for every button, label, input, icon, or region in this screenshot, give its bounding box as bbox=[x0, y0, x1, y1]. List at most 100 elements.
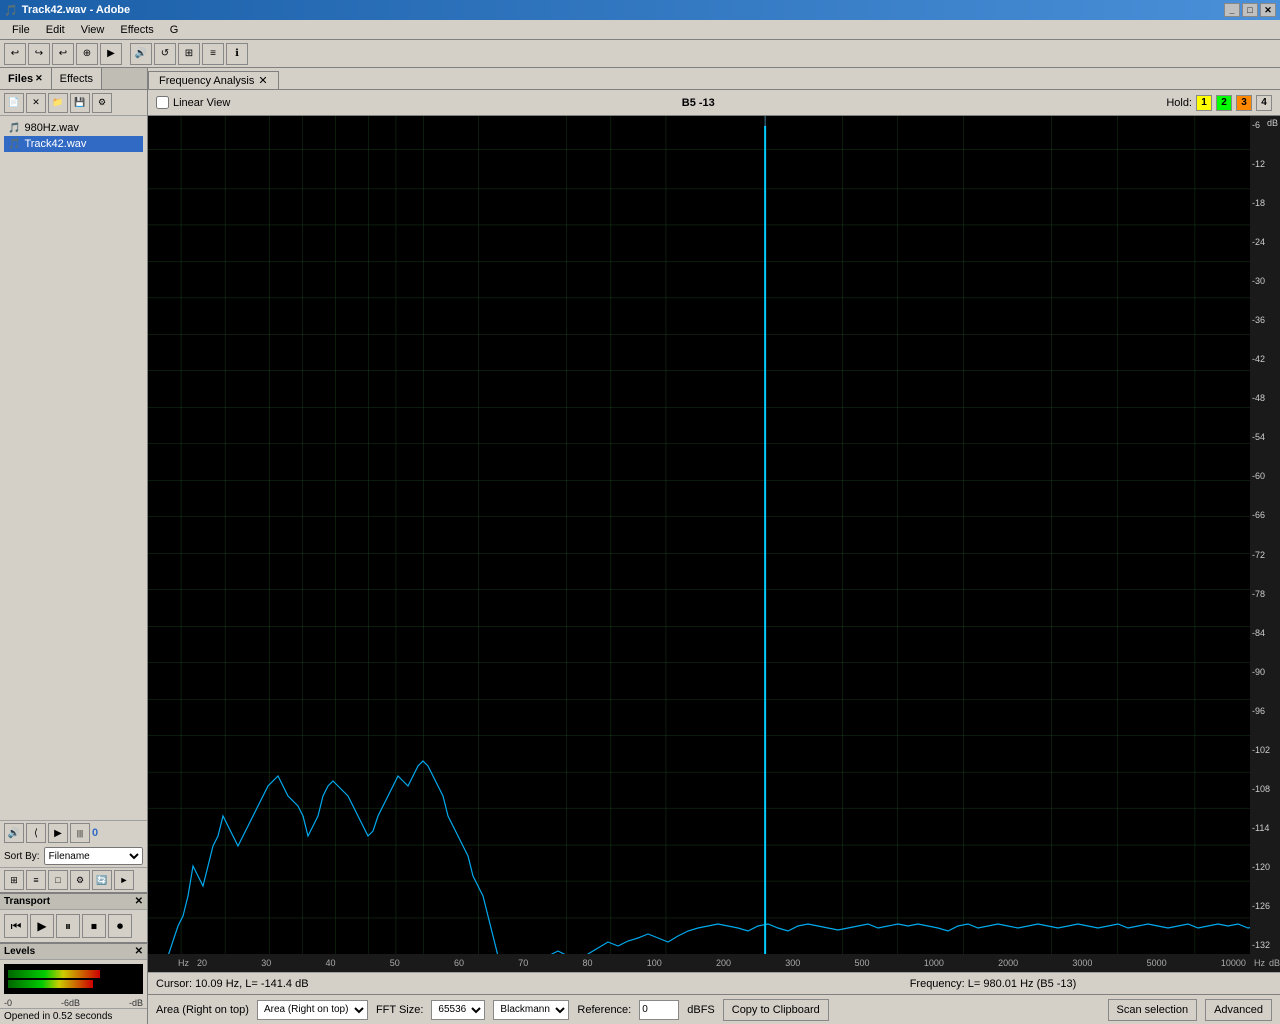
transport-pause[interactable]: ⏸ bbox=[56, 914, 80, 938]
menu-view[interactable]: View bbox=[73, 22, 113, 38]
main-layout: Files ✕ Effects 📄 ✕ 📁 💾 ⚙ 🎵 980Hz.wav 🎵 … bbox=[0, 68, 1280, 1024]
level-bar-left bbox=[8, 970, 100, 978]
db-label--24: -24 bbox=[1252, 237, 1278, 247]
tab-effects[interactable]: Effects bbox=[52, 68, 102, 89]
file-folder-btn[interactable]: 📁 bbox=[48, 93, 68, 113]
tab-files-close[interactable]: ✕ bbox=[35, 73, 43, 84]
mini-level-btn[interactable]: ||| bbox=[70, 823, 90, 843]
transport-header-bar: Transport ✕ bbox=[0, 894, 147, 910]
toolbar-btn-9[interactable]: ≡ bbox=[202, 43, 224, 65]
db-label--78: -78 bbox=[1252, 589, 1278, 599]
file-settings-btn[interactable]: ⚙ bbox=[92, 93, 112, 113]
hold-btn-3[interactable]: 3 bbox=[1236, 95, 1252, 111]
freq-analysis-tab[interactable]: Frequency Analysis ✕ bbox=[148, 71, 279, 89]
toolbar-btn-6[interactable]: 🔊 bbox=[130, 43, 152, 65]
mini-counter: 0 bbox=[92, 827, 98, 839]
close-button[interactable]: ✕ bbox=[1260, 3, 1276, 17]
transport-close[interactable]: ✕ bbox=[135, 896, 143, 907]
file-item-track42[interactable]: 🎵 Track42.wav bbox=[4, 136, 143, 152]
toolbar-btn-10[interactable]: ℹ bbox=[226, 43, 248, 65]
file-item-label-980hz: 980Hz.wav bbox=[24, 122, 78, 134]
linear-view-checkbox[interactable] bbox=[156, 96, 169, 109]
db-label--60: -60 bbox=[1252, 471, 1278, 481]
file-item-label-track42: Track42.wav bbox=[24, 138, 86, 150]
levels-labels: -0 -6dB -dB bbox=[0, 998, 147, 1008]
db-label--90: -90 bbox=[1252, 667, 1278, 677]
hz-end-label: Hz bbox=[1254, 958, 1265, 968]
scan-selection-btn[interactable]: Scan selection bbox=[1108, 999, 1198, 1021]
hold-label: Hold: bbox=[1166, 97, 1192, 109]
fft-dropdown[interactable]: 65536 32768 16384 8192 bbox=[431, 1000, 485, 1020]
file-icon-track42: 🎵 bbox=[8, 139, 20, 150]
fft-label: FFT Size: bbox=[376, 1004, 423, 1016]
toolbar-btn-3[interactable]: ↩ bbox=[52, 43, 74, 65]
toolbar-btn-5[interactable]: ▶ bbox=[100, 43, 122, 65]
mini-vol-btn[interactable]: 🔊 bbox=[4, 823, 24, 843]
menu-edit[interactable]: Edit bbox=[38, 22, 73, 38]
file-item-980hz[interactable]: 🎵 980Hz.wav bbox=[4, 120, 143, 136]
freq-tab-close[interactable]: ✕ bbox=[258, 74, 267, 87]
file-remove-btn[interactable]: ✕ bbox=[26, 93, 46, 113]
db-label--30: -30 bbox=[1252, 276, 1278, 286]
transport-stop[interactable]: ⏹ bbox=[82, 914, 106, 938]
freq-tab-label: Frequency Analysis bbox=[159, 75, 254, 87]
mini-rew-btn[interactable]: ⟨ bbox=[26, 823, 46, 843]
file-new-btn[interactable]: 📄 bbox=[4, 93, 24, 113]
freq-toolbar: Linear View B5 -13 Hold: 1 2 3 4 bbox=[148, 90, 1280, 116]
tab-effects-label: Effects bbox=[60, 73, 93, 85]
status-bar-left: Opened in 0.52 seconds bbox=[0, 1008, 147, 1024]
db-label--102: -102 bbox=[1252, 745, 1278, 755]
reference-input[interactable] bbox=[639, 1000, 679, 1020]
title-bar-controls: _ □ ✕ bbox=[1224, 3, 1276, 17]
copy-to-clipboard-btn[interactable]: Copy to Clipboard bbox=[723, 999, 829, 1021]
sort-select[interactable]: Filename Date Size Type bbox=[44, 847, 143, 865]
view-btn-2[interactable]: ≡ bbox=[26, 870, 46, 890]
maximize-button[interactable]: □ bbox=[1242, 3, 1258, 17]
menu-g[interactable]: G bbox=[162, 22, 187, 38]
view-btn-3[interactable]: □ bbox=[48, 870, 68, 890]
advanced-btn[interactable]: Advanced bbox=[1205, 999, 1272, 1021]
tab-files[interactable]: Files ✕ bbox=[0, 68, 52, 89]
view-btn-4[interactable]: ⚙ bbox=[70, 870, 90, 890]
hold-section: Hold: 1 2 3 4 bbox=[1166, 95, 1272, 111]
area-dropdown[interactable]: Area (Right on top) bbox=[257, 1000, 368, 1020]
transport-play[interactable]: ▶ bbox=[30, 914, 54, 938]
hold-btn-2[interactable]: 2 bbox=[1216, 95, 1232, 111]
main-toolbar: ↩ ↪ ↩ ⊕ ▶ 🔊 ↺ ⊞ ≡ ℹ bbox=[0, 40, 1280, 68]
window-dropdown[interactable]: Blackmann Hanning Hamming bbox=[493, 1000, 569, 1020]
toolbar-btn-4[interactable]: ⊕ bbox=[76, 43, 98, 65]
menu-file[interactable]: File bbox=[4, 22, 38, 38]
window-title: Track42.wav - Adobe bbox=[22, 4, 130, 16]
transport-panel: Transport ✕ ⏮ ▶ ⏸ ⏹ ⏺ bbox=[0, 892, 147, 942]
toolbar-btn-1[interactable]: ↩ bbox=[4, 43, 26, 65]
transport-rew[interactable]: ⏮ bbox=[4, 914, 28, 938]
hold-btn-4[interactable]: 4 bbox=[1256, 95, 1272, 111]
freq-center-label: B5 -13 bbox=[238, 97, 1158, 109]
left-tab-bar: Files ✕ Effects bbox=[0, 68, 147, 90]
view-btn-6[interactable]: ► bbox=[114, 870, 134, 890]
toolbar-btn-8[interactable]: ⊞ bbox=[178, 43, 200, 65]
mini-play-btn[interactable]: ▶ bbox=[48, 823, 68, 843]
db-label--72: -72 bbox=[1252, 550, 1278, 560]
transport-rec[interactable]: ⏺ bbox=[108, 914, 132, 938]
hold-btn-1[interactable]: 1 bbox=[1196, 95, 1212, 111]
area-label: Area (Right on top) bbox=[156, 1004, 249, 1016]
dbfs-label: dBFS bbox=[687, 1004, 715, 1016]
file-list: 🎵 980Hz.wav 🎵 Track42.wav bbox=[0, 116, 147, 820]
file-save-btn[interactable]: 💾 bbox=[70, 93, 90, 113]
levels-close[interactable]: ✕ bbox=[135, 946, 143, 957]
view-btn-1[interactable]: ⊞ bbox=[4, 870, 24, 890]
transport-controls: ⏮ ▶ ⏸ ⏹ ⏺ bbox=[0, 910, 147, 942]
menu-effects[interactable]: Effects bbox=[112, 22, 161, 38]
minimize-button[interactable]: _ bbox=[1224, 3, 1240, 17]
db-bottom-label: dB bbox=[1269, 958, 1280, 968]
toolbar-btn-7[interactable]: ↺ bbox=[154, 43, 176, 65]
db-label--36: -36 bbox=[1252, 315, 1278, 325]
transport-label: Transport bbox=[4, 896, 50, 907]
db-label--96: -96 bbox=[1252, 706, 1278, 716]
db-label--126: -126 bbox=[1252, 901, 1278, 911]
toolbar-btn-2[interactable]: ↪ bbox=[28, 43, 50, 65]
sort-row: Sort By: Filename Date Size Type bbox=[0, 845, 147, 867]
view-btn-5[interactable]: 🔄 bbox=[92, 870, 112, 890]
level-label-db: -dB bbox=[129, 998, 143, 1008]
